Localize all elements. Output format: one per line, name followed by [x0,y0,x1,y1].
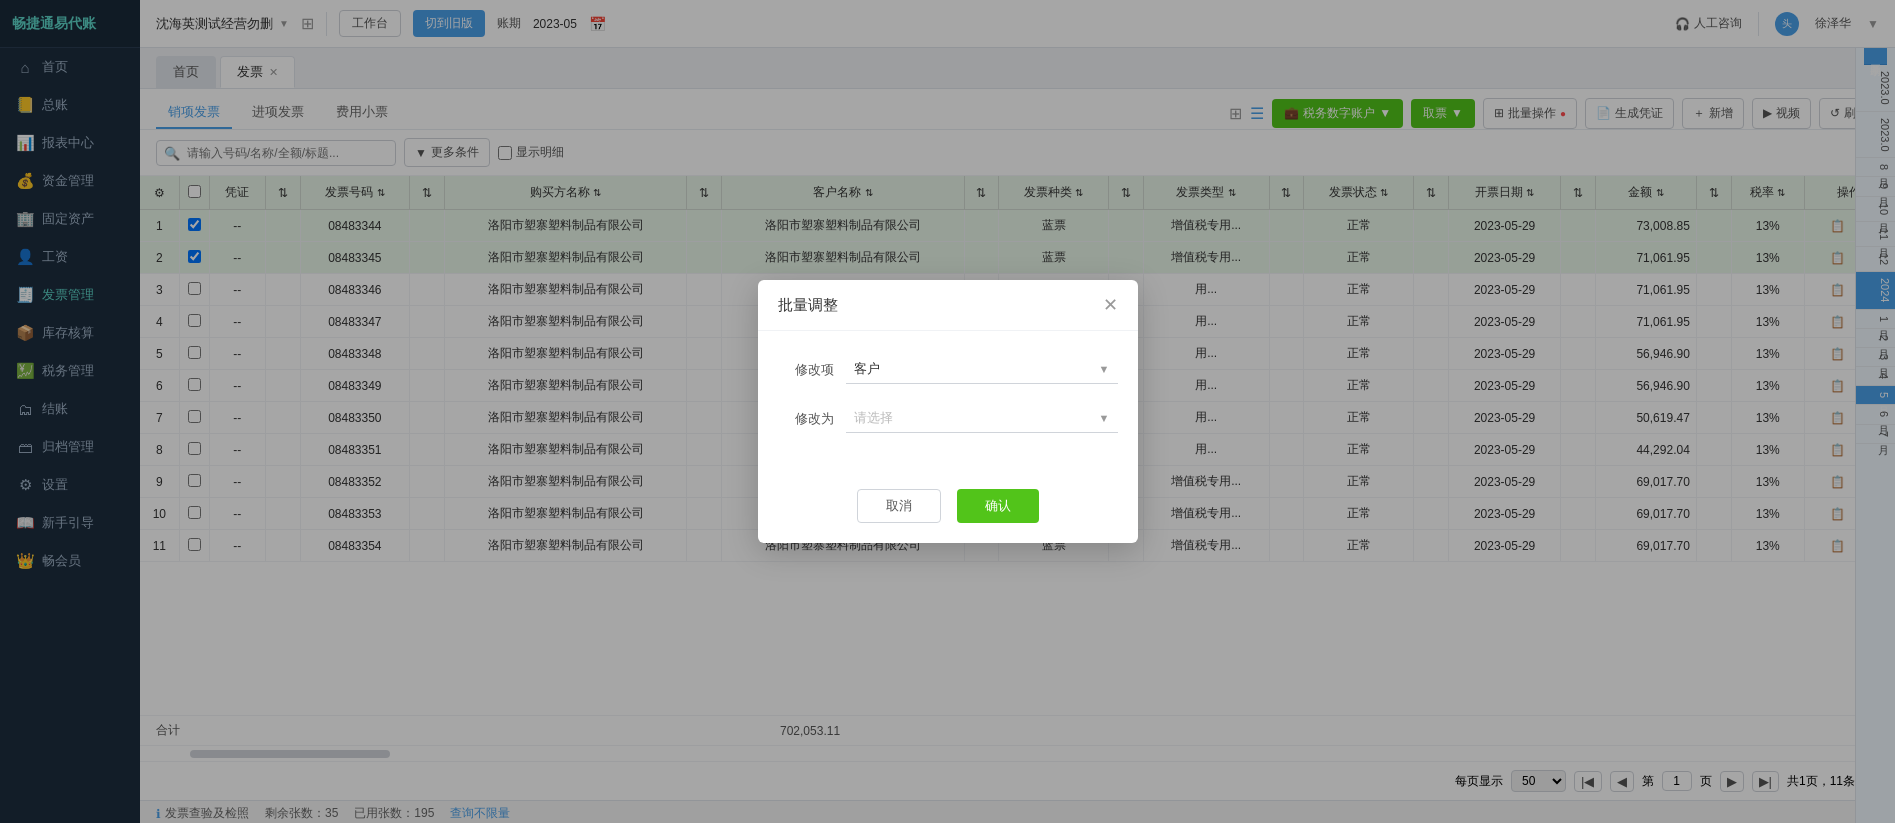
modal-modify-to-row: 修改为 请选择 ▼ [778,404,1118,433]
modal-modify-field-label: 修改项 [778,361,834,379]
batch-adjust-modal: 批量调整 ✕ 修改项 客户 ▼ 修改为 请选择 ▼ 取消 [758,280,1138,543]
modal-modify-to-select[interactable]: 请选择 ▼ [846,404,1118,433]
modal-footer: 取消 确认 [758,477,1138,543]
modal-modify-to-label: 修改为 [778,410,834,428]
modal-cancel-button[interactable]: 取消 [857,489,941,523]
modal-header: 批量调整 ✕ [758,280,1138,331]
modal-modify-field-row: 修改项 客户 ▼ [778,355,1118,384]
modal-to-arrow: ▼ [1099,412,1110,424]
modal-title: 批量调整 [778,296,838,315]
modal-close-button[interactable]: ✕ [1103,294,1118,316]
modal-to-placeholder: 请选择 [854,409,893,427]
modal-field-value: 客户 [854,360,880,378]
modal-modify-field-select[interactable]: 客户 ▼ [846,355,1118,384]
modal-overlay[interactable]: 批量调整 ✕ 修改项 客户 ▼ 修改为 请选择 ▼ 取消 [0,0,1895,823]
modal-field-arrow: ▼ [1099,363,1110,375]
modal-body: 修改项 客户 ▼ 修改为 请选择 ▼ [758,331,1138,477]
modal-confirm-button[interactable]: 确认 [957,489,1039,523]
